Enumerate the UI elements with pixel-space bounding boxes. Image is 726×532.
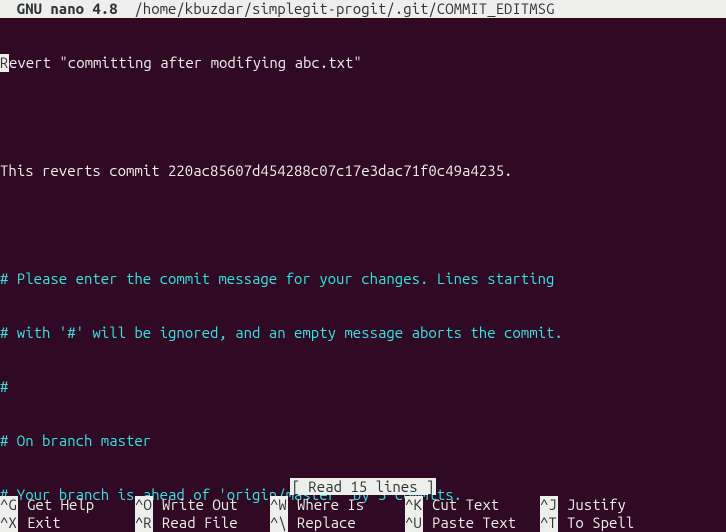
comment-line: # [0, 378, 726, 396]
shortcut-write-out[interactable]: ^OWrite Out [135, 496, 270, 514]
shortcut-row-2: ^XExit ^RRead File ^\Replace ^UPaste Tex… [0, 514, 726, 532]
nano-editor: GNU nano 4.8 /home/kbuzdar/simplegit-pro… [0, 0, 726, 532]
key-label: ^T [540, 514, 558, 532]
cursor: R [0, 54, 9, 72]
action-label: Cut Text [423, 496, 499, 514]
shortcut-replace[interactable]: ^\Replace [270, 514, 405, 532]
action-label: Justify [558, 496, 626, 514]
action-label: To Spell [558, 514, 634, 532]
shortcut-cut-text[interactable]: ^KCut Text [405, 496, 540, 514]
shortcut-paste-text[interactable]: ^UPaste Text [405, 514, 540, 532]
shortcut-exit[interactable]: ^XExit [0, 514, 135, 532]
shortcut-to-spell[interactable]: ^TTo Spell [540, 514, 675, 532]
key-label: ^X [0, 514, 18, 532]
key-label: ^U [405, 514, 423, 532]
title-bar: GNU nano 4.8 /home/kbuzdar/simplegit-pro… [0, 0, 726, 18]
action-label: Replace [288, 514, 356, 532]
status-bar: [ Read 15 lines ] [0, 478, 726, 496]
editor-content[interactable]: Revert "committing after modifying abc.t… [0, 18, 726, 532]
shortcut-justify[interactable]: ^JJustify [540, 496, 675, 514]
text-line [0, 216, 726, 234]
action-label: Write Out [153, 496, 238, 514]
shortcut-get-help[interactable]: ^GGet Help [0, 496, 135, 514]
action-label: Exit [18, 514, 61, 532]
action-label: Where Is [288, 496, 364, 514]
shortcut-row-1: ^GGet Help ^OWrite Out ^WWhere Is ^KCut … [0, 496, 726, 514]
status-text: [ Read 15 lines ] [290, 478, 437, 495]
text-line: This reverts commit 220ac85607d454288c07… [0, 162, 726, 180]
file-path: /home/kbuzdar/simplegit-progit/.git/COMM… [118, 0, 555, 17]
key-label: ^\ [270, 514, 288, 532]
comment-line: # Please enter the commit message for yo… [0, 270, 726, 288]
action-label: Paste Text [423, 514, 516, 532]
text-line [0, 108, 726, 126]
action-label: Get Help [18, 496, 94, 514]
key-label: ^K [405, 496, 423, 514]
key-label: ^G [0, 496, 18, 514]
action-label: Read File [153, 514, 238, 532]
app-name: GNU nano 4.8 [0, 0, 118, 17]
shortcut-read-file[interactable]: ^RRead File [135, 514, 270, 532]
comment-line: # On branch master [0, 432, 726, 450]
key-label: ^J [540, 496, 558, 514]
key-label: ^W [270, 496, 288, 514]
text-line: evert "committing after modifying abc.tx… [9, 54, 362, 71]
shortcut-bar: ^GGet Help ^OWrite Out ^WWhere Is ^KCut … [0, 496, 726, 532]
comment-line: # with '#' will be ignored, and an empty… [0, 324, 726, 342]
shortcut-where-is[interactable]: ^WWhere Is [270, 496, 405, 514]
key-label: ^R [135, 514, 153, 532]
key-label: ^O [135, 496, 153, 514]
